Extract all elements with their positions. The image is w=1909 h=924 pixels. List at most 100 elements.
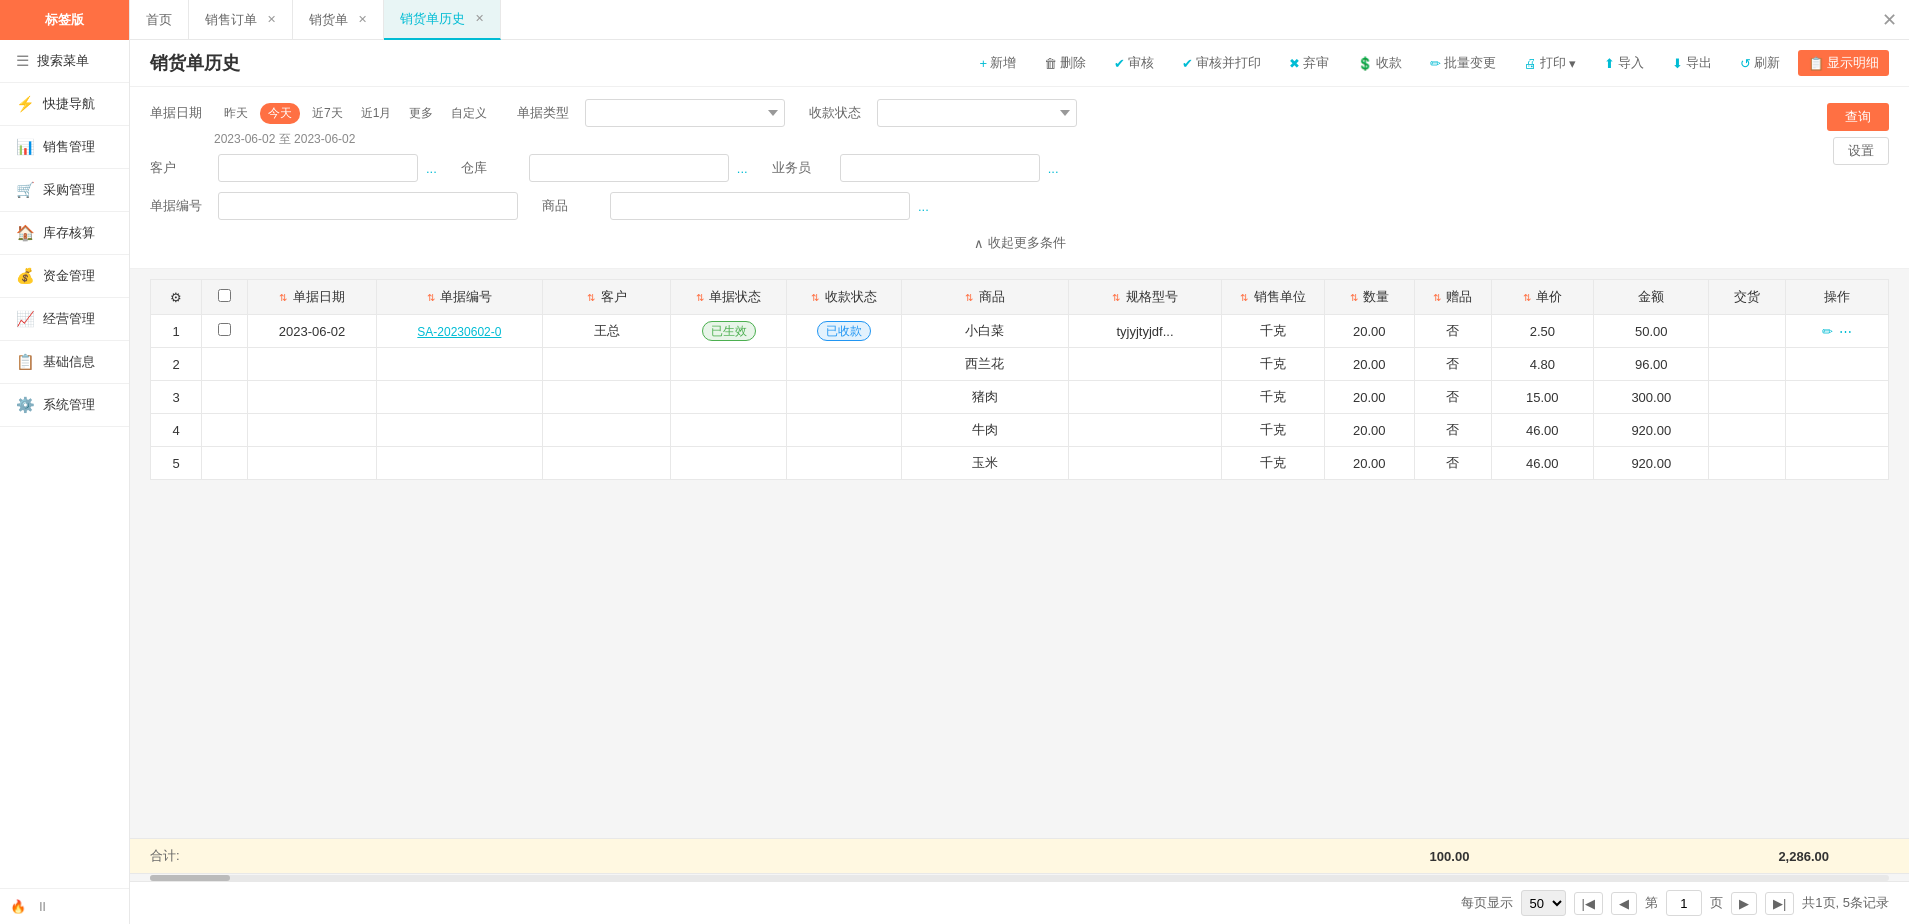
th-pay-status[interactable]: 收款状态 bbox=[786, 280, 901, 315]
page-last-button[interactable]: ▶| bbox=[1765, 892, 1794, 915]
row-order-no-3[interactable] bbox=[376, 381, 543, 414]
batch-change-button[interactable]: ✏ 批量变更 bbox=[1420, 50, 1506, 76]
close-tab-sales-goods[interactable]: ✕ bbox=[358, 13, 367, 26]
tab-home[interactable]: 首页 bbox=[130, 0, 189, 40]
row-price-5: 46.00 bbox=[1491, 447, 1594, 480]
query-button[interactable]: 查询 bbox=[1827, 103, 1889, 131]
settings-gear-icon[interactable]: ⚙ bbox=[170, 290, 182, 305]
sidebar-item-base-info[interactable]: 📋 基础信息 bbox=[0, 341, 129, 384]
page-prev-button[interactable]: ◀ bbox=[1611, 892, 1637, 915]
row-order-no-4[interactable] bbox=[376, 414, 543, 447]
salesman-input[interactable] bbox=[840, 154, 1040, 182]
close-all-tabs[interactable]: ✕ bbox=[1870, 9, 1909, 31]
print-button[interactable]: 🖨 打印 ▾ bbox=[1514, 50, 1586, 76]
th-qty[interactable]: 数量 bbox=[1324, 280, 1414, 315]
sidebar-item-inventory[interactable]: 🏠 库存核算 bbox=[0, 212, 129, 255]
page-input[interactable] bbox=[1666, 890, 1702, 916]
close-tab-sales-order[interactable]: ✕ bbox=[267, 13, 276, 26]
goods-dots[interactable]: ... bbox=[918, 199, 929, 214]
th-price[interactable]: 单价 bbox=[1491, 280, 1594, 315]
sidebar-item-sales-mgmt[interactable]: 📊 销售管理 bbox=[0, 126, 129, 169]
th-goods[interactable]: 商品 bbox=[902, 280, 1069, 315]
warehouse-input[interactable] bbox=[529, 154, 729, 182]
select-all-checkbox[interactable] bbox=[218, 289, 231, 302]
warehouse-dots[interactable]: ... bbox=[737, 161, 748, 176]
collapse-button[interactable]: ∧ 收起更多条件 bbox=[150, 230, 1889, 256]
doc-type-select[interactable] bbox=[585, 99, 785, 127]
row-order-no-1[interactable]: SA-20230602-0 bbox=[376, 315, 543, 348]
close-tab-sales-history[interactable]: ✕ bbox=[475, 12, 484, 25]
edit-button-1[interactable]: ✏ bbox=[1822, 324, 1833, 339]
per-page-select[interactable]: 50 bbox=[1521, 890, 1566, 916]
customer-label: 客户 bbox=[150, 159, 210, 177]
sidebar-item-finance[interactable]: 💰 资金管理 bbox=[0, 255, 129, 298]
doc-no-input[interactable] bbox=[218, 192, 518, 220]
th-spec[interactable]: 规格型号 bbox=[1068, 280, 1222, 315]
row-trade-2 bbox=[1709, 348, 1786, 381]
scroll-thumb[interactable] bbox=[150, 875, 230, 881]
row-check-2[interactable] bbox=[202, 348, 248, 381]
export-button[interactable]: ⬇ 导出 bbox=[1662, 50, 1722, 76]
row-check-4[interactable] bbox=[202, 414, 248, 447]
date-btn-more[interactable]: 更多 bbox=[403, 103, 439, 124]
collect-button[interactable]: 💲 收款 bbox=[1347, 50, 1412, 76]
tab-sales-order[interactable]: 销售订单 ✕ bbox=[189, 0, 293, 40]
pay-status-select[interactable] bbox=[877, 99, 1077, 127]
sidebar-item-search-menu[interactable]: ☰ 搜索菜单 bbox=[0, 40, 129, 83]
sidebar-bottom-icon2[interactable]: ⏸ bbox=[36, 899, 49, 914]
row-order-no-2[interactable] bbox=[376, 348, 543, 381]
new-button[interactable]: + 新增 bbox=[969, 50, 1026, 76]
delete-button[interactable]: 🗑 删除 bbox=[1034, 50, 1096, 76]
page-next-button[interactable]: ▶ bbox=[1731, 892, 1757, 915]
date-btn-1month[interactable]: 近1月 bbox=[355, 103, 398, 124]
show-detail-button[interactable]: 📋 显示明细 bbox=[1798, 50, 1889, 76]
row-checkbox-1[interactable] bbox=[218, 323, 231, 336]
discard-button[interactable]: ✖ 弃审 bbox=[1279, 50, 1339, 76]
filter-group-doc-type: 单据类型 bbox=[517, 99, 785, 127]
salesman-dots[interactable]: ... bbox=[1048, 161, 1059, 176]
tab-sales-history[interactable]: 销货单历史 ✕ bbox=[384, 0, 501, 40]
sidebar-item-purchase-mgmt[interactable]: 🛒 采购管理 bbox=[0, 169, 129, 212]
date-btn-yesterday[interactable]: 昨天 bbox=[218, 103, 254, 124]
date-btn-today[interactable]: 今天 bbox=[260, 103, 300, 124]
th-customer[interactable]: 客户 bbox=[543, 280, 671, 315]
th-order-no[interactable]: 单据编号 bbox=[376, 280, 543, 315]
date-btn-custom[interactable]: 自定义 bbox=[445, 103, 493, 124]
goods-input[interactable] bbox=[610, 192, 910, 220]
refresh-button[interactable]: ↺ 刷新 bbox=[1730, 50, 1790, 76]
th-doc-status[interactable]: 单据状态 bbox=[671, 280, 786, 315]
audit-print-button[interactable]: ✔ 审核并打印 bbox=[1172, 50, 1271, 76]
row-check-1[interactable] bbox=[202, 315, 248, 348]
row-qty-4: 20.00 bbox=[1324, 414, 1414, 447]
sidebar-bottom-icon1[interactable]: 🔥 bbox=[10, 899, 26, 914]
row-check-5[interactable] bbox=[202, 447, 248, 480]
filter-group-customer: 客户 ... bbox=[150, 154, 437, 182]
set-button[interactable]: 设置 bbox=[1833, 137, 1889, 165]
th-settings[interactable]: ⚙ bbox=[151, 280, 202, 315]
order-no-link[interactable]: SA-20230602-0 bbox=[417, 325, 501, 339]
row-amount-5: 920.00 bbox=[1594, 447, 1709, 480]
scroll-bar[interactable] bbox=[130, 873, 1909, 881]
audit-icon: ✔ bbox=[1114, 56, 1125, 71]
sidebar-item-quick-nav[interactable]: ⚡ 快捷导航 bbox=[0, 83, 129, 126]
sidebar-item-operation[interactable]: 📈 经营管理 bbox=[0, 298, 129, 341]
th-date[interactable]: 单据日期 bbox=[248, 280, 376, 315]
th-unit[interactable]: 销售单位 bbox=[1222, 280, 1325, 315]
tab-sales-goods[interactable]: 销货单 ✕ bbox=[293, 0, 384, 40]
summary-values: 100.00 2,286.00 bbox=[230, 849, 1889, 864]
customer-dots[interactable]: ... bbox=[426, 161, 437, 176]
date-btn-7days[interactable]: 近7天 bbox=[306, 103, 349, 124]
delete-button-1[interactable]: ⋯ bbox=[1839, 324, 1852, 339]
customer-input[interactable] bbox=[218, 154, 418, 182]
row-order-no-5[interactable] bbox=[376, 447, 543, 480]
status-badge: 已生效 bbox=[702, 321, 756, 341]
th-gift[interactable]: 赠品 bbox=[1414, 280, 1491, 315]
row-num-4: 4 bbox=[151, 414, 202, 447]
audit-button[interactable]: ✔ 审核 bbox=[1104, 50, 1164, 76]
import-button[interactable]: ⬆ 导入 bbox=[1594, 50, 1654, 76]
page-label-suffix: 页 bbox=[1710, 894, 1723, 912]
th-check[interactable] bbox=[202, 280, 248, 315]
row-check-3[interactable] bbox=[202, 381, 248, 414]
sidebar-item-sys-mgmt[interactable]: ⚙️ 系统管理 bbox=[0, 384, 129, 427]
page-first-button[interactable]: |◀ bbox=[1574, 892, 1603, 915]
